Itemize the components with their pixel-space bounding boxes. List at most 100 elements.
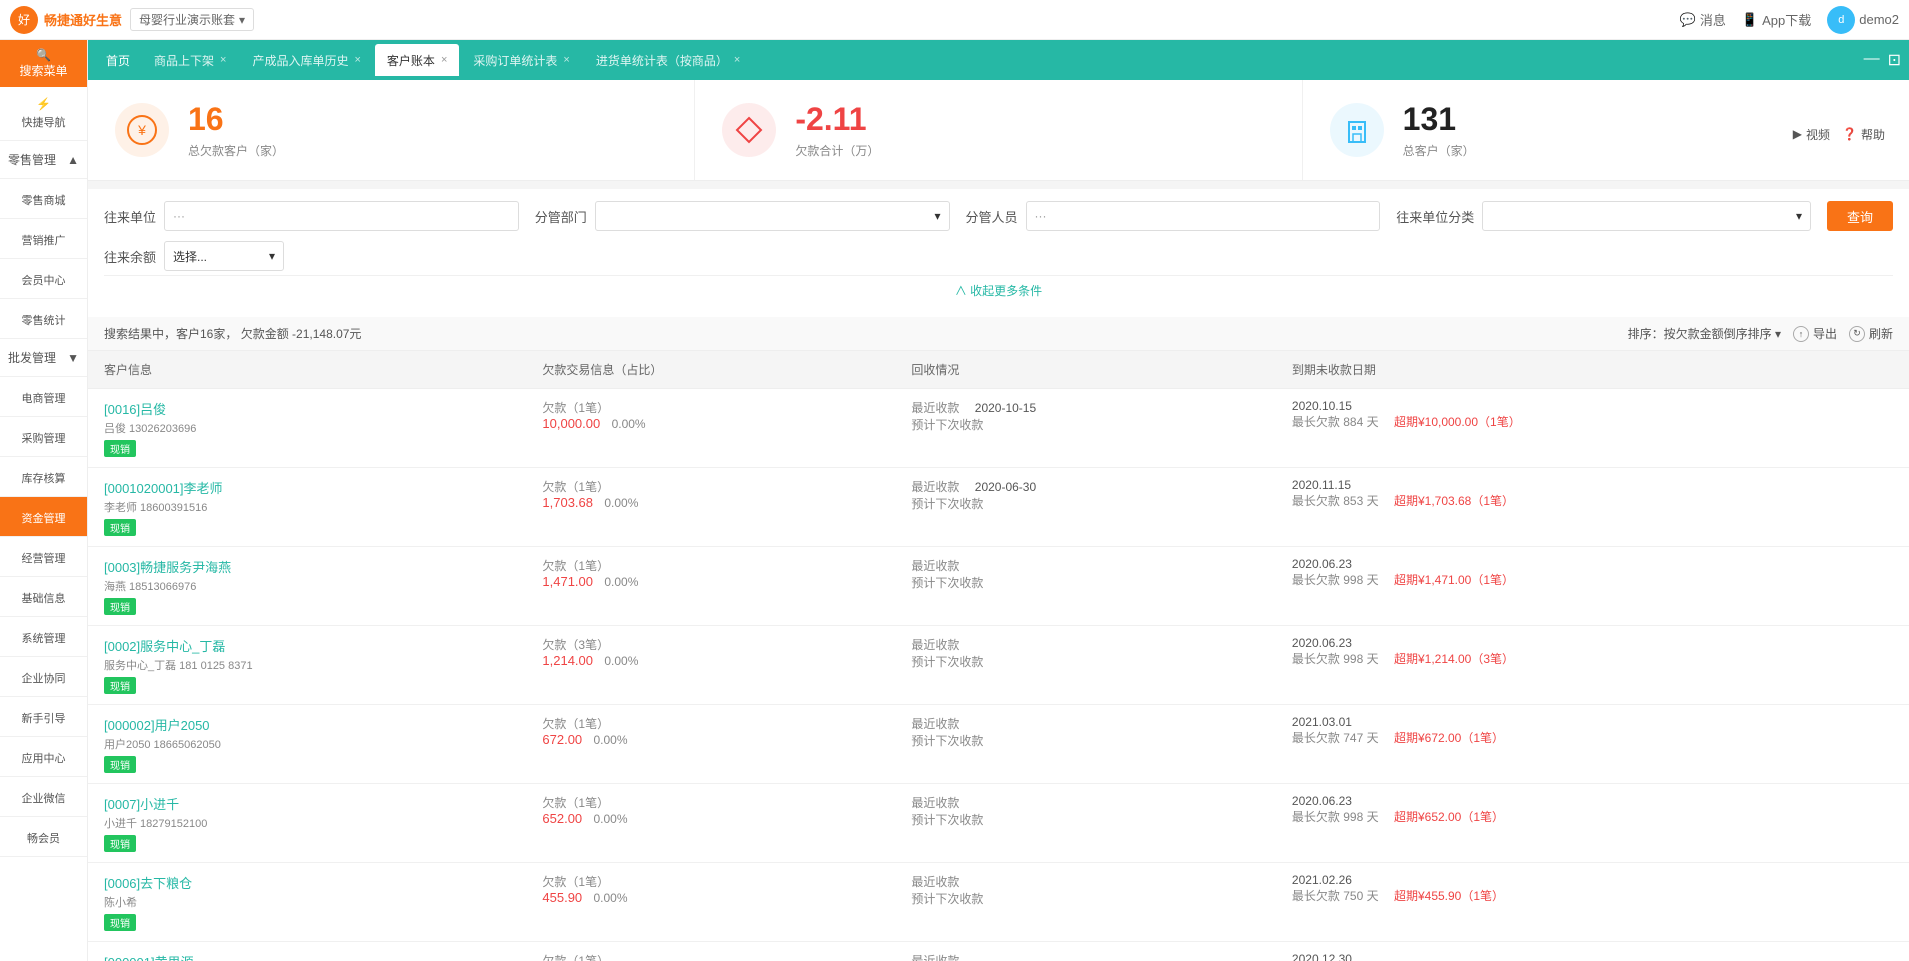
source-unit-input[interactable]: ··· (164, 201, 519, 231)
sidebar-item-sys-mgmt[interactable]: 系统管理 (0, 617, 87, 657)
debt-amount-value-6[interactable]: 455.90 (542, 890, 582, 905)
overdue-link-0[interactable]: 超期¥10,000.00（1笔） (1394, 415, 1521, 429)
sidebar-item-inventory[interactable]: 库存核算 (0, 457, 87, 497)
sidebar-item-member-center[interactable]: 会员中心 (0, 259, 87, 299)
source-balance-select[interactable]: 选择... ▾ (164, 241, 284, 271)
corp-collab-label: 企业协同 (4, 670, 83, 686)
customer-name-6[interactable]: [0006]去下粮仓 (104, 873, 510, 892)
tab-bar: 首页 商品上下架 × 产成品入库单历史 × 客户账本 × 采购订单统计表 × 进… (88, 40, 1909, 80)
export-btn[interactable]: ↑ 导出 (1793, 325, 1837, 342)
overdue-link-3[interactable]: 超期¥1,214.00（3笔） (1394, 652, 1514, 666)
filter-source-unit-class: 往来单位分类 ▾ (1396, 201, 1811, 231)
last-collect-0: 最近收款 2020-10-15 (911, 399, 1260, 416)
app-download-btn[interactable]: 📱 App下载 (1742, 10, 1811, 29)
sidebar-item-app-center[interactable]: 应用中心 (0, 737, 87, 777)
tab-goods[interactable]: 商品上下架 × (142, 44, 238, 76)
last-collect-2: 最近收款 (911, 557, 1260, 574)
debt-amount-value-3[interactable]: 1,214.00 (542, 653, 593, 668)
tab-purchase-order[interactable]: 采购订单统计表 × (461, 44, 581, 76)
message-btn[interactable]: 💬 消息 (1680, 10, 1726, 29)
sidebar-item-retail-mall[interactable]: 零售商城 (0, 179, 87, 219)
customer-name-7[interactable]: [000001]黄思源 (104, 952, 510, 961)
branch-dept-select[interactable]: ▾ (595, 201, 950, 231)
tab-customer-account[interactable]: 客户账本 × (375, 44, 459, 76)
overdue-link-5[interactable]: 超期¥652.00（1笔） (1394, 810, 1504, 824)
operation-label: 经营管理 (4, 550, 83, 566)
customer-name-3[interactable]: [0002]服务中心_丁磊 (104, 636, 510, 655)
overdue-date-val-7: 2020.12.30 (1292, 952, 1893, 961)
sidebar-item-corp-wechat[interactable]: 企业微信 (0, 777, 87, 817)
collapse-bar[interactable]: ∧ 收起更多条件 (104, 275, 1893, 305)
customer-sub-4: 用户2050 18665062050 (104, 736, 510, 752)
customer-name-5[interactable]: [0007]小进千 (104, 794, 510, 813)
stat-icon-3 (1327, 100, 1387, 160)
dots-icon: ··· (173, 209, 185, 223)
overdue-date-val-2: 2020.06.23 (1292, 557, 1893, 571)
collapse-label: 收起更多条件 (970, 284, 1042, 298)
customer-name-4[interactable]: [000002]用户2050 (104, 715, 510, 734)
company-name: 母婴行业演示账套 (139, 11, 235, 28)
overdue-link-2[interactable]: 超期¥1,471.00（1笔） (1394, 573, 1514, 587)
help-btn[interactable]: ❓ 帮助 (1842, 126, 1885, 143)
finance-label: 资金管理 (4, 510, 83, 526)
overdue-link-6[interactable]: 超期¥455.90（1笔） (1394, 889, 1504, 903)
overdue-date-val-3: 2020.06.23 (1292, 636, 1893, 650)
tab-instock-stat[interactable]: 进货单统计表（按商品） × (584, 44, 752, 76)
sidebar-item-quick-nav[interactable]: ⚡ 快捷导航 (0, 87, 87, 141)
customer-name-2[interactable]: [0003]畅捷服务尹海燕 (104, 557, 510, 576)
avatar: d (1827, 6, 1855, 34)
sidebar-item-basic-info[interactable]: 基础信息 (0, 577, 87, 617)
sidebar-item-ecommerce[interactable]: 电商管理 (0, 377, 87, 417)
sidebar-item-marketing[interactable]: 营销推广 (0, 219, 87, 259)
search-menu-label: 搜索菜单 (6, 62, 81, 79)
tab-expand-btn[interactable]: ⊡ (1888, 50, 1901, 70)
debt-amount-value-2[interactable]: 1,471.00 (542, 574, 593, 589)
customer-name-0[interactable]: [0016]吕俊 (104, 399, 510, 418)
overdue-link-1[interactable]: 超期¥1,703.68（1笔） (1394, 494, 1514, 508)
sidebar-item-retail-mgmt[interactable]: 零售管理 ▲ (0, 141, 87, 179)
source-unit-class-select[interactable]: ▾ (1482, 201, 1811, 231)
sidebar-item-search-menu[interactable]: 🔍 搜索菜单 (0, 40, 87, 87)
tab-minimize-btn[interactable]: — (1864, 50, 1880, 70)
customer-sub-1: 李老师 18600391516 (104, 499, 510, 515)
debt-percent-2: 0.00% (604, 575, 638, 589)
tab-home[interactable]: 首页 (96, 52, 140, 69)
next-collect-4: 预计下次收款 (911, 732, 1260, 749)
refresh-btn[interactable]: ↻ 刷新 (1849, 325, 1893, 342)
company-select[interactable]: 母婴行业演示账套 ▾ (130, 8, 254, 31)
debt-desc-4: 欠款（1笔） (542, 715, 879, 732)
customer-name-1[interactable]: [0001020001]李老师 (104, 478, 510, 497)
diamond-icon (722, 103, 776, 157)
sidebar-item-purchase-mgmt[interactable]: 采购管理 (0, 417, 87, 457)
debt-amount-value-4[interactable]: 672.00 (542, 732, 582, 747)
result-amount: 欠款金额 -21,148.07元 (241, 327, 362, 341)
branch-person-input[interactable]: ··· (1026, 201, 1381, 231)
sidebar-item-operation[interactable]: 经营管理 (0, 537, 87, 577)
debt-amount-value-5[interactable]: 652.00 (542, 811, 582, 826)
sidebar-item-corp-collab[interactable]: 企业协同 (0, 657, 87, 697)
query-button[interactable]: 查询 (1827, 201, 1893, 231)
sidebar-item-new-guide[interactable]: 新手引导 (0, 697, 87, 737)
video-btn[interactable]: ▶ 视频 (1793, 126, 1830, 143)
sidebar-item-vip-member[interactable]: 畅会员 (0, 817, 87, 857)
tab-production[interactable]: 产成品入库单历史 × (240, 44, 372, 76)
company-dropdown-icon: ▾ (239, 13, 245, 27)
tab-goods-close[interactable]: × (220, 54, 226, 66)
debt-amount-value-0[interactable]: 10,000.00 (542, 416, 600, 431)
user-area[interactable]: d demo2 (1827, 6, 1899, 34)
brand-name: 畅捷通好生意 (44, 10, 122, 29)
overdue-link-4[interactable]: 超期¥672.00（1笔） (1394, 731, 1504, 745)
debt-amount-value-1[interactable]: 1,703.68 (542, 495, 593, 510)
tab-instock-stat-close[interactable]: × (734, 54, 740, 66)
tab-purchase-order-close[interactable]: × (563, 54, 569, 66)
tab-production-close[interactable]: × (354, 54, 360, 66)
sidebar-item-retail-stat[interactable]: 零售统计 (0, 299, 87, 339)
next-collect-label-3: 预计下次收款 (911, 655, 983, 669)
collection-cell-2: 最近收款 预计下次收款 (895, 547, 1276, 626)
sidebar-item-batch-mgmt[interactable]: 批发管理 ▼ (0, 339, 87, 377)
batch-mgmt-arrow: ▼ (67, 351, 79, 365)
sidebar-item-finance[interactable]: 资金管理 (0, 497, 87, 537)
tab-customer-account-close[interactable]: × (441, 54, 447, 66)
customer-sub-6: 陈小希 (104, 894, 510, 910)
source-unit-class-arrow: ▾ (1796, 209, 1802, 223)
